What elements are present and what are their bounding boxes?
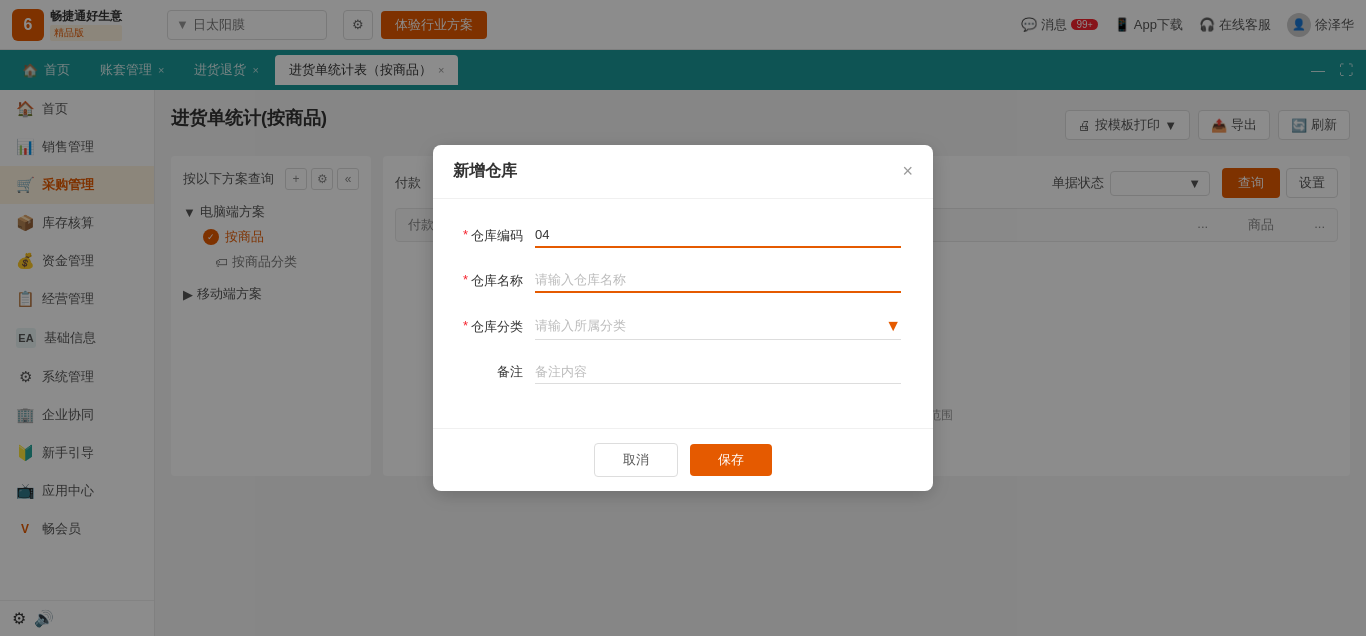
modal-body: 仓库编码 仓库名称 仓库分类 请输入所属分类 ▼ 备注: [433, 199, 933, 428]
warehouse-name-row: 仓库名称: [465, 268, 901, 293]
category-dropdown-icon: ▼: [885, 317, 901, 335]
warehouse-name-label: 仓库名称: [465, 272, 535, 290]
modal-header: 新增仓库 ×: [433, 145, 933, 199]
modal-close-button[interactable]: ×: [902, 161, 913, 182]
modal-footer: 取消 保存: [433, 428, 933, 491]
save-button[interactable]: 保存: [690, 444, 772, 476]
warehouse-name-input[interactable]: [535, 268, 901, 293]
cancel-button[interactable]: 取消: [594, 443, 678, 477]
warehouse-category-select[interactable]: 请输入所属分类 ▼: [535, 313, 901, 340]
note-input[interactable]: [535, 360, 901, 384]
note-label: 备注: [465, 363, 535, 381]
warehouse-category-row: 仓库分类 请输入所属分类 ▼: [465, 313, 901, 340]
warehouse-code-input[interactable]: [535, 223, 901, 248]
warehouse-code-label: 仓库编码: [465, 227, 535, 245]
note-row: 备注: [465, 360, 901, 384]
modal-overlay: 新增仓库 × 仓库编码 仓库名称 仓库分类 请输入所属分类 ▼: [0, 0, 1366, 636]
add-warehouse-modal: 新增仓库 × 仓库编码 仓库名称 仓库分类 请输入所属分类 ▼: [433, 145, 933, 491]
warehouse-code-row: 仓库编码: [465, 223, 901, 248]
modal-title: 新增仓库: [453, 161, 517, 182]
warehouse-category-label: 仓库分类: [465, 318, 535, 336]
